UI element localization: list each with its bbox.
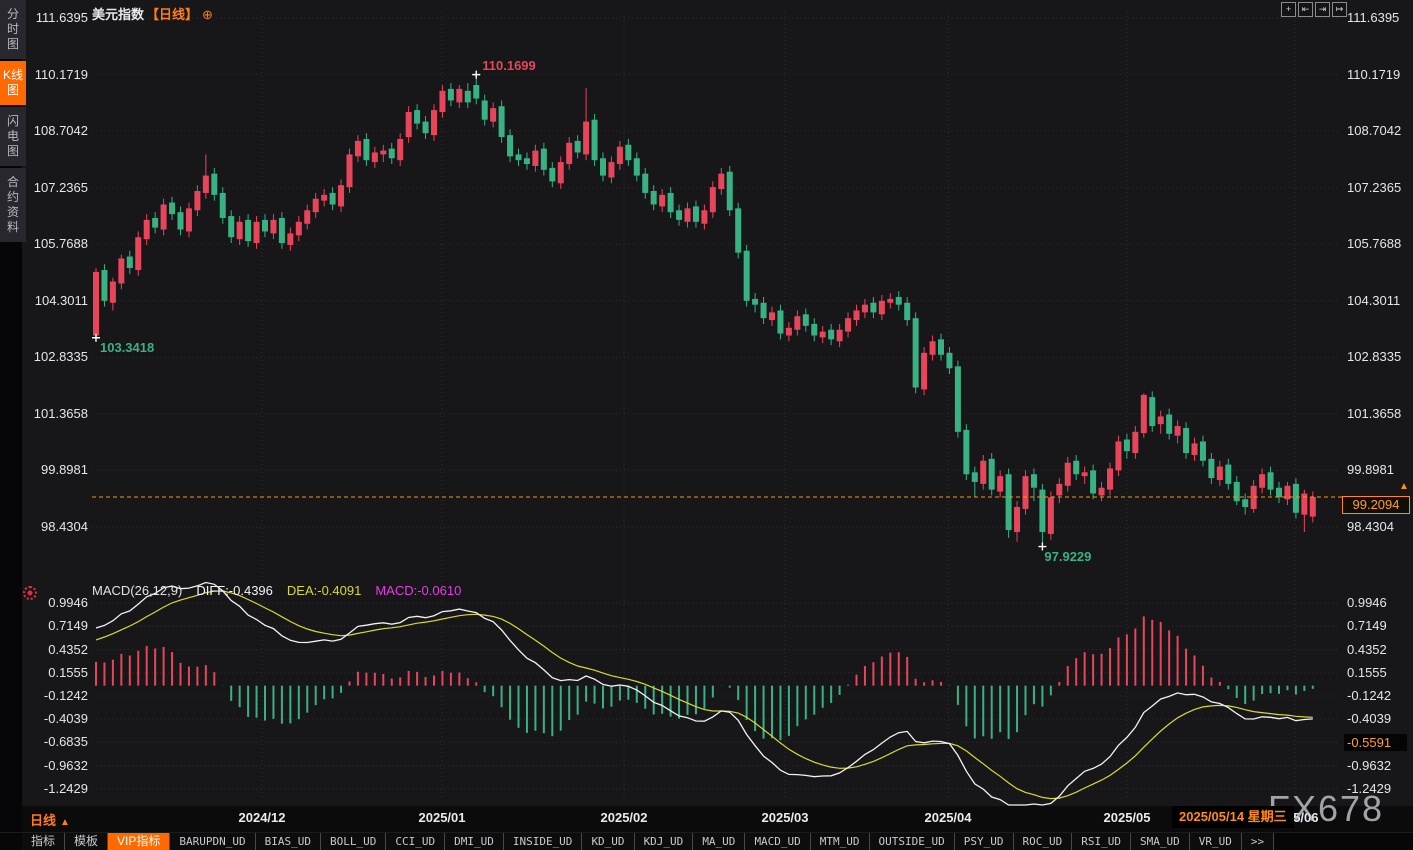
- tab-sma_ud[interactable]: SMA_UD: [1131, 833, 1190, 850]
- tab-rsi_ud[interactable]: RSI_UD: [1072, 833, 1131, 850]
- macd-last-value-badge: -0.5591: [1344, 734, 1407, 751]
- macd-axis-label: 0.1555: [24, 665, 88, 681]
- price-trend-arrow-icon: ▲: [1399, 481, 1409, 492]
- tab-cci_ud[interactable]: CCI_UD: [386, 833, 445, 850]
- macd-dea-value: DEA:-0.4091: [287, 583, 361, 598]
- price-axis-label: 107.2365: [1347, 180, 1411, 196]
- chevron-up-icon: ▲: [60, 817, 70, 828]
- macd-axis-label: -0.4039: [1347, 711, 1411, 727]
- tab-barupdn_ud[interactable]: BARUPDN_UD: [170, 833, 255, 850]
- price-axis-label: 101.3658: [24, 406, 88, 422]
- tab-kdj_ud[interactable]: KDJ_UD: [635, 833, 694, 850]
- indicator-tab-bar: 指标模板VIP指标BARUPDN_UDBIAS_UDBOLL_UDCCI_UDD…: [0, 832, 1413, 850]
- add-indicator-icon[interactable]: ⊕: [202, 7, 213, 22]
- axis-right-icon[interactable]: ⇥: [1315, 2, 1330, 17]
- tab-kd_ud[interactable]: KD_UD: [582, 833, 634, 850]
- chart-window: 分时图K线图闪电图合约资料 美元指数【日线】 ⊕ +⇤⇥↦ MACD(26,12,…: [0, 0, 1413, 850]
- period-tag: 【日线】: [146, 7, 198, 22]
- macd-axis-label: -1.2429: [24, 781, 88, 797]
- x-axis-month-label: 2025/01: [407, 810, 477, 825]
- macd-header: MACD(26,12,9) DIFF:-0.4396 DEA:-0.4091 M…: [92, 583, 461, 598]
- price-axis-label: 105.7688: [24, 236, 88, 252]
- tab-psy_ud[interactable]: PSY_UD: [955, 833, 1014, 850]
- macd-settings-icon[interactable]: [23, 586, 37, 600]
- tab-指标[interactable]: 指标: [22, 833, 65, 850]
- macd-axis-label: -0.9632: [24, 758, 88, 774]
- price-axis-label: 101.3658: [1347, 406, 1411, 422]
- tab-mtm_ud[interactable]: MTM_UD: [811, 833, 870, 850]
- x-axis-month-label: 2025/04: [913, 810, 983, 825]
- macd-axis-label: 0.4352: [24, 642, 88, 658]
- tab-dmi_ud[interactable]: DMI_UD: [445, 833, 504, 850]
- x-axis-month-label: 2024/12: [227, 810, 297, 825]
- price-axis-label: 108.7042: [1347, 123, 1411, 139]
- price-axis-label: 102.8335: [1347, 349, 1411, 365]
- sidebar-item-合约资料[interactable]: 合约资料: [0, 168, 26, 242]
- price-axis-label: 110.1719: [24, 67, 88, 83]
- price-axis-label: 108.7042: [24, 123, 88, 139]
- date-badge: 2025/05/14 星期三: [1172, 806, 1294, 828]
- macd-diff-value: DIFF:-0.4396: [196, 583, 273, 598]
- macd-axis-label: -0.4039: [24, 711, 88, 727]
- panel-shift-icon[interactable]: ↦: [1332, 2, 1347, 17]
- tab-inside_ud[interactable]: INSIDE_UD: [504, 833, 583, 850]
- x-axis-month-label: 2025/05: [1092, 810, 1162, 825]
- chart-type-sidebar: 分时图K线图闪电图合约资料: [0, 0, 22, 850]
- price-annotation: 97.9229: [1044, 549, 1091, 564]
- macd-axis-label: 0.7149: [1347, 618, 1411, 634]
- tab-ma_ud[interactable]: MA_UD: [693, 833, 745, 850]
- macd-axis-label: 0.9946: [1347, 595, 1411, 611]
- pan-tool-icon[interactable]: +: [1281, 2, 1296, 17]
- price-axis-label: 107.2365: [24, 180, 88, 196]
- sidebar-item-闪电图[interactable]: 闪电图: [0, 107, 26, 166]
- tab-vr_ud[interactable]: VR_UD: [1190, 833, 1242, 850]
- macd-axis-label: -1.2429: [1347, 781, 1411, 797]
- macd-axis-label: -0.1242: [24, 688, 88, 704]
- price-axis-label: 110.1719: [1347, 67, 1411, 83]
- price-axis-label: 98.4304: [24, 519, 88, 535]
- tab-outside_ud[interactable]: OUTSIDE_UD: [870, 833, 955, 850]
- chart-canvas[interactable]: [0, 0, 1413, 850]
- tab-模板[interactable]: 模板: [65, 833, 108, 850]
- tab-boll_ud[interactable]: BOLL_UD: [321, 833, 386, 850]
- macd-axis-label: 0.7149: [24, 618, 88, 634]
- macd-axis-label: 0.1555: [1347, 665, 1411, 681]
- chart-toolbar: +⇤⇥↦: [1281, 2, 1347, 17]
- macd-axis-label: -0.6835: [24, 734, 88, 750]
- price-axis-label: 99.8981: [24, 462, 88, 478]
- tab-vip指标[interactable]: VIP指标: [108, 833, 170, 850]
- tab-roc_ud[interactable]: ROC_UD: [1014, 833, 1073, 850]
- tab->>[interactable]: >>: [1242, 833, 1274, 850]
- macd-params: MACD(26,12,9): [92, 583, 182, 598]
- price-axis-label: 104.3011: [1347, 293, 1411, 309]
- price-axis-label: 105.7688: [1347, 236, 1411, 252]
- period-label: 日线: [30, 813, 56, 828]
- period-selector[interactable]: 日线 ▲: [30, 810, 70, 829]
- price-axis-label: 104.3011: [24, 293, 88, 309]
- x-axis-month-label: 2025/03: [750, 810, 820, 825]
- price-axis-label: 102.8335: [24, 349, 88, 365]
- axis-left-icon[interactable]: ⇤: [1298, 2, 1313, 17]
- sidebar-item-K线图[interactable]: K线图: [0, 61, 26, 105]
- price-annotation: 103.3418: [100, 340, 154, 355]
- price-axis-label: 98.4304: [1347, 519, 1411, 535]
- sidebar-item-分时图[interactable]: 分时图: [0, 0, 26, 59]
- macd-axis-label: -0.9632: [1347, 758, 1411, 774]
- macd-axis-label: 0.4352: [1347, 642, 1411, 658]
- symbol-name: 美元指数: [92, 7, 144, 22]
- chart-title: 美元指数【日线】 ⊕: [92, 4, 213, 23]
- price-axis-label: 111.6395: [1347, 10, 1411, 26]
- last-price-badge: 99.2094: [1342, 496, 1410, 514]
- tab-macd_ud[interactable]: MACD_UD: [745, 833, 810, 850]
- x-axis-month-label: 2025/02: [589, 810, 659, 825]
- price-axis-label: 99.8981: [1347, 462, 1411, 478]
- price-axis-label: 111.6395: [24, 10, 88, 26]
- macd-hist-value: MACD:-0.0610: [375, 583, 461, 598]
- macd-axis-label: -0.1242: [1347, 688, 1411, 704]
- price-annotation: 110.1699: [482, 58, 536, 73]
- tab-bias_ud[interactable]: BIAS_UD: [256, 833, 321, 850]
